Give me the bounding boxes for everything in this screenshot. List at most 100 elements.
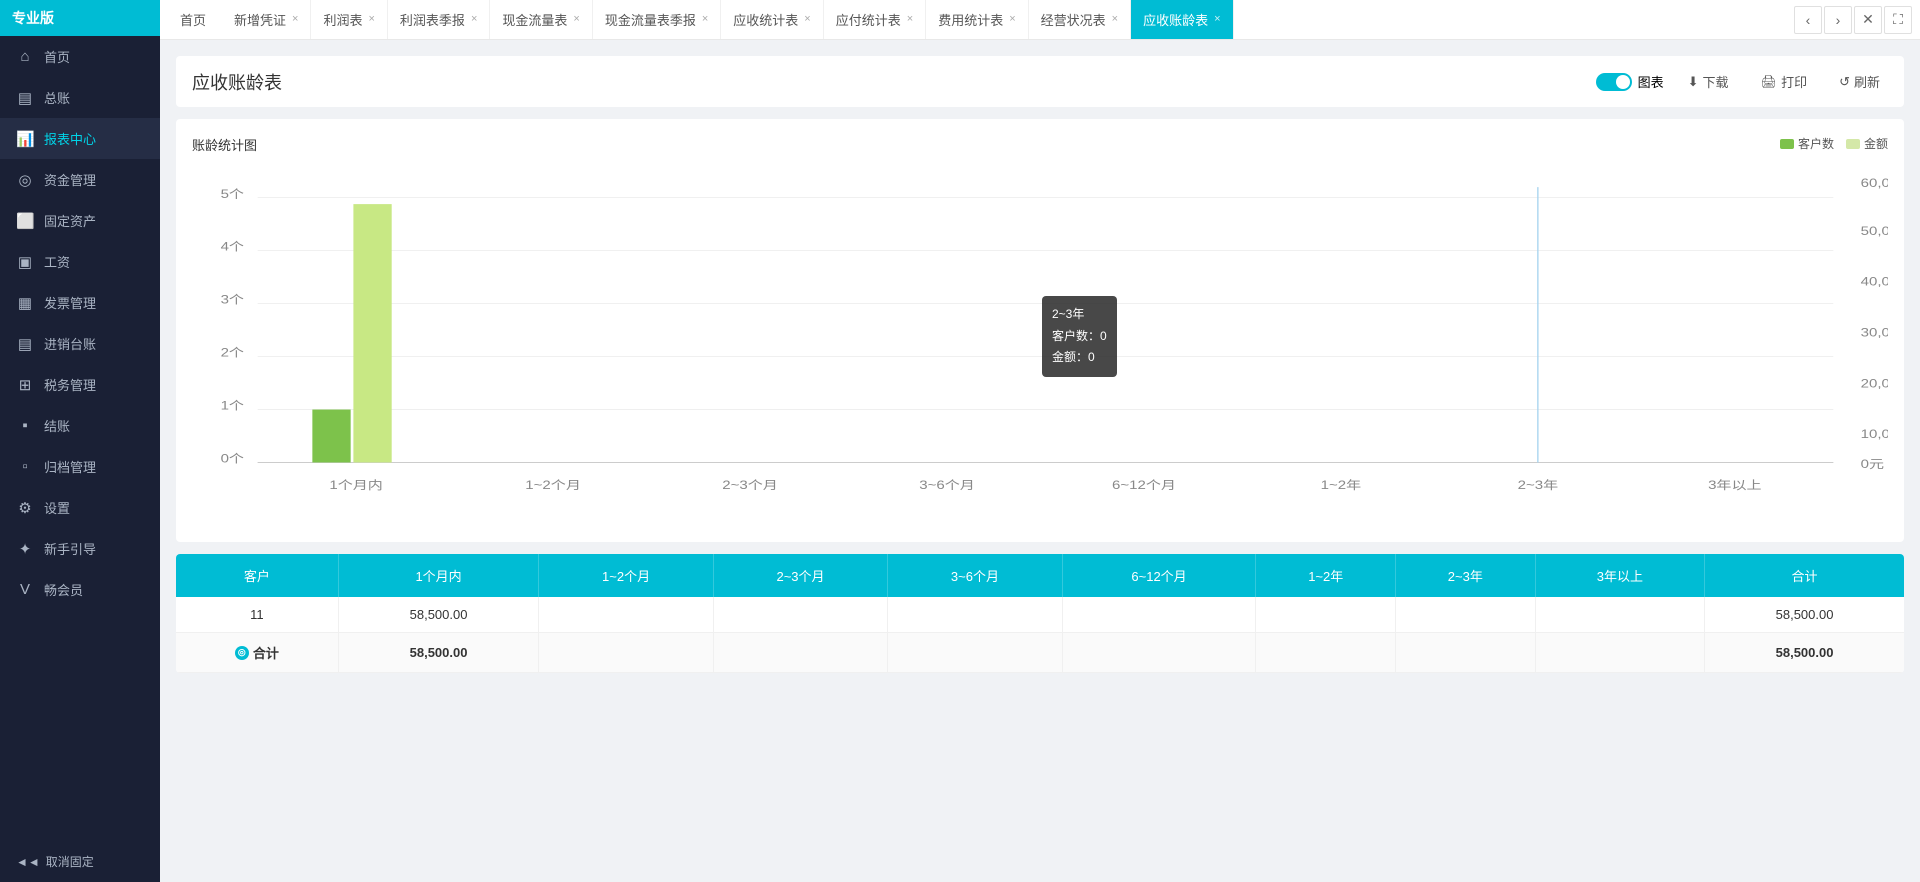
unpin-icon: ◄◄	[16, 855, 40, 869]
chart-area: 5个 4个 3个 2个 1个 0个 60,000.00元 50,000.00元 …	[192, 166, 1888, 526]
page-title: 应收账龄表	[192, 69, 282, 95]
chart-title: 账龄统计图	[192, 135, 1888, 154]
tab-scroll-right[interactable]: ›	[1824, 6, 1852, 34]
sidebar-item-membership[interactable]: V 畅会员	[0, 569, 160, 610]
sidebar-item-archive[interactable]: ▫ 归档管理	[0, 446, 160, 487]
total-total: 58,500.00	[1705, 633, 1904, 673]
guide-icon: ✦	[16, 540, 34, 558]
sidebar-item-assets[interactable]: ⬜ 固定资产	[0, 200, 160, 241]
tab-expense-stats[interactable]: 费用统计表 ×	[926, 0, 1028, 40]
table-container: 客户 1个月内 1~2个月 2~3个月 3~6个月 6~12个月 1~2年 2~…	[176, 554, 1904, 673]
close-tab-cashflow-quarterly[interactable]: ×	[702, 14, 708, 25]
chart-icon: 📊	[16, 130, 34, 148]
tab-close-all[interactable]: ✕	[1854, 6, 1882, 34]
refresh-button[interactable]: ↺ 刷新	[1831, 68, 1888, 95]
home-icon: ⌂	[16, 48, 34, 65]
close-tab-profit-quarterly[interactable]: ×	[471, 14, 477, 25]
tab-cashflow[interactable]: 现金流量表 ×	[490, 0, 592, 40]
download-icon: ⬇	[1688, 74, 1699, 90]
total-label-cell: ◎ 合计	[176, 633, 338, 673]
svg-text:2个: 2个	[221, 346, 245, 359]
sidebar: 专业版 ⌂ 首页 ▤ 总账 📊 报表中心 ◎ 资金管理 ⬜ 固定资产 ▣ 工资 …	[0, 0, 160, 882]
sidebar-item-general-ledger[interactable]: ▤ 总账	[0, 77, 160, 118]
close-tab-profit[interactable]: ×	[368, 14, 374, 25]
svg-text:10,000.00元: 10,000.00元	[1861, 428, 1888, 441]
col-y23: 2~3年	[1396, 554, 1536, 597]
invoice-icon: ▦	[16, 294, 34, 312]
legend-customers-label: 客户数	[1798, 135, 1834, 152]
total-label-text: 合计	[253, 643, 279, 662]
svg-text:1~2年: 1~2年	[1321, 479, 1362, 492]
salary-icon: ▣	[16, 253, 34, 271]
close-tab-new-voucher[interactable]: ×	[292, 14, 298, 25]
col-m612: 6~12个月	[1062, 554, 1256, 597]
sidebar-item-sales-ledger[interactable]: ▤ 进销台账	[0, 323, 160, 364]
svg-text:1个: 1个	[221, 399, 245, 412]
closing-icon: ▪	[16, 417, 34, 434]
page-area: 应收账龄表 图表 ⬇ 下载 🖨 打印 ↺ 刷新	[160, 40, 1920, 882]
chart-toggle[interactable]	[1596, 73, 1632, 91]
close-tab-aging[interactable]: ×	[1214, 14, 1220, 25]
legend-customers-dot	[1780, 139, 1794, 149]
sidebar-label-home: 首页	[44, 47, 70, 66]
sidebar-label-tax: 税务管理	[44, 375, 96, 394]
total-icon: ◎	[235, 646, 249, 660]
sidebar-item-reports[interactable]: 📊 报表中心	[0, 118, 160, 159]
sidebar-label-closing: 结账	[44, 416, 70, 435]
tab-operations[interactable]: 经营状况表 ×	[1029, 0, 1131, 40]
sidebar-item-invoice[interactable]: ▦ 发票管理	[0, 282, 160, 323]
col-y12: 1~2年	[1256, 554, 1396, 597]
refresh-icon: ↺	[1839, 74, 1850, 90]
close-tab-receivables-stats[interactable]: ×	[804, 14, 810, 25]
sidebar-item-tax[interactable]: ⊞ 税务管理	[0, 364, 160, 405]
sidebar-item-home[interactable]: ⌂ 首页	[0, 36, 160, 77]
close-tab-expense-stats[interactable]: ×	[1009, 14, 1015, 25]
tab-receivables-stats[interactable]: 应收统计表 ×	[721, 0, 823, 40]
tab-profit[interactable]: 利润表 ×	[311, 0, 387, 40]
tab-nav-buttons: ‹ › ✕ ⛶	[1794, 6, 1916, 34]
close-tab-operations[interactable]: ×	[1112, 14, 1118, 25]
tab-aging[interactable]: 应收账龄表 ×	[1131, 0, 1233, 40]
col-total: 合计	[1705, 554, 1904, 597]
sidebar-item-guide[interactable]: ✦ 新手引导	[0, 528, 160, 569]
download-button[interactable]: ⬇ 下载	[1680, 68, 1737, 95]
bar-amount-0[interactable]	[353, 204, 391, 462]
tab-cashflow-quarterly[interactable]: 现金流量表季报 ×	[593, 0, 721, 40]
unpin-button[interactable]: ◄◄ 取消固定	[0, 841, 160, 882]
cell-y3plus	[1535, 597, 1705, 633]
print-icon: 🖨	[1761, 74, 1778, 90]
table-header-row: 客户 1个月内 1~2个月 2~3个月 3~6个月 6~12个月 1~2年 2~…	[176, 554, 1904, 597]
svg-text:5个: 5个	[221, 187, 245, 200]
sidebar-item-salary[interactable]: ▣ 工资	[0, 241, 160, 282]
tab-scroll-left[interactable]: ‹	[1794, 6, 1822, 34]
sidebar-item-fund[interactable]: ◎ 资金管理	[0, 159, 160, 200]
tab-home[interactable]: 首页	[164, 0, 222, 40]
total-row: ◎ 合计 58,500.00 58,500.00	[176, 633, 1904, 673]
tab-new-voucher[interactable]: 新增凭证 ×	[222, 0, 311, 40]
sidebar-item-closing[interactable]: ▪ 结账	[0, 405, 160, 446]
tab-payables-stats[interactable]: 应付统计表 ×	[824, 0, 926, 40]
cell-m12	[539, 597, 713, 633]
total-m612	[1062, 633, 1256, 673]
chart-svg: 5个 4个 3个 2个 1个 0个 60,000.00元 50,000.00元 …	[192, 166, 1888, 526]
settings-icon: ⚙	[16, 499, 34, 517]
col-y3plus: 3年以上	[1535, 554, 1705, 597]
bar-customers-0[interactable]	[312, 410, 350, 463]
print-button[interactable]: 🖨 打印	[1753, 68, 1816, 95]
close-tab-payables-stats[interactable]: ×	[907, 14, 913, 25]
sidebar-label-archive: 归档管理	[44, 457, 96, 476]
chart-container: 账龄统计图 客户数 金额 5个 4个 3个 2个 1个	[176, 119, 1904, 542]
tab-maximize[interactable]: ⛶	[1884, 6, 1912, 34]
tab-profit-quarterly[interactable]: 利润表季报 ×	[388, 0, 490, 40]
svg-text:1~2个月: 1~2个月	[525, 479, 581, 492]
sidebar-item-settings[interactable]: ⚙ 设置	[0, 487, 160, 528]
sidebar-label-reports: 报表中心	[44, 129, 96, 148]
archive-icon: ▫	[16, 458, 34, 475]
chart-toggle-label: 图表	[1638, 72, 1664, 91]
legend-customers: 客户数	[1780, 135, 1834, 152]
cell-customer: 11	[176, 597, 338, 633]
tab-bar: 首页 新增凭证 × 利润表 × 利润表季报 × 现金流量表 × 现金流量表季报 …	[160, 0, 1920, 40]
close-tab-cashflow[interactable]: ×	[573, 14, 579, 25]
table-row: 11 58,500.00 58,500.00	[176, 597, 1904, 633]
col-customer: 客户	[176, 554, 338, 597]
